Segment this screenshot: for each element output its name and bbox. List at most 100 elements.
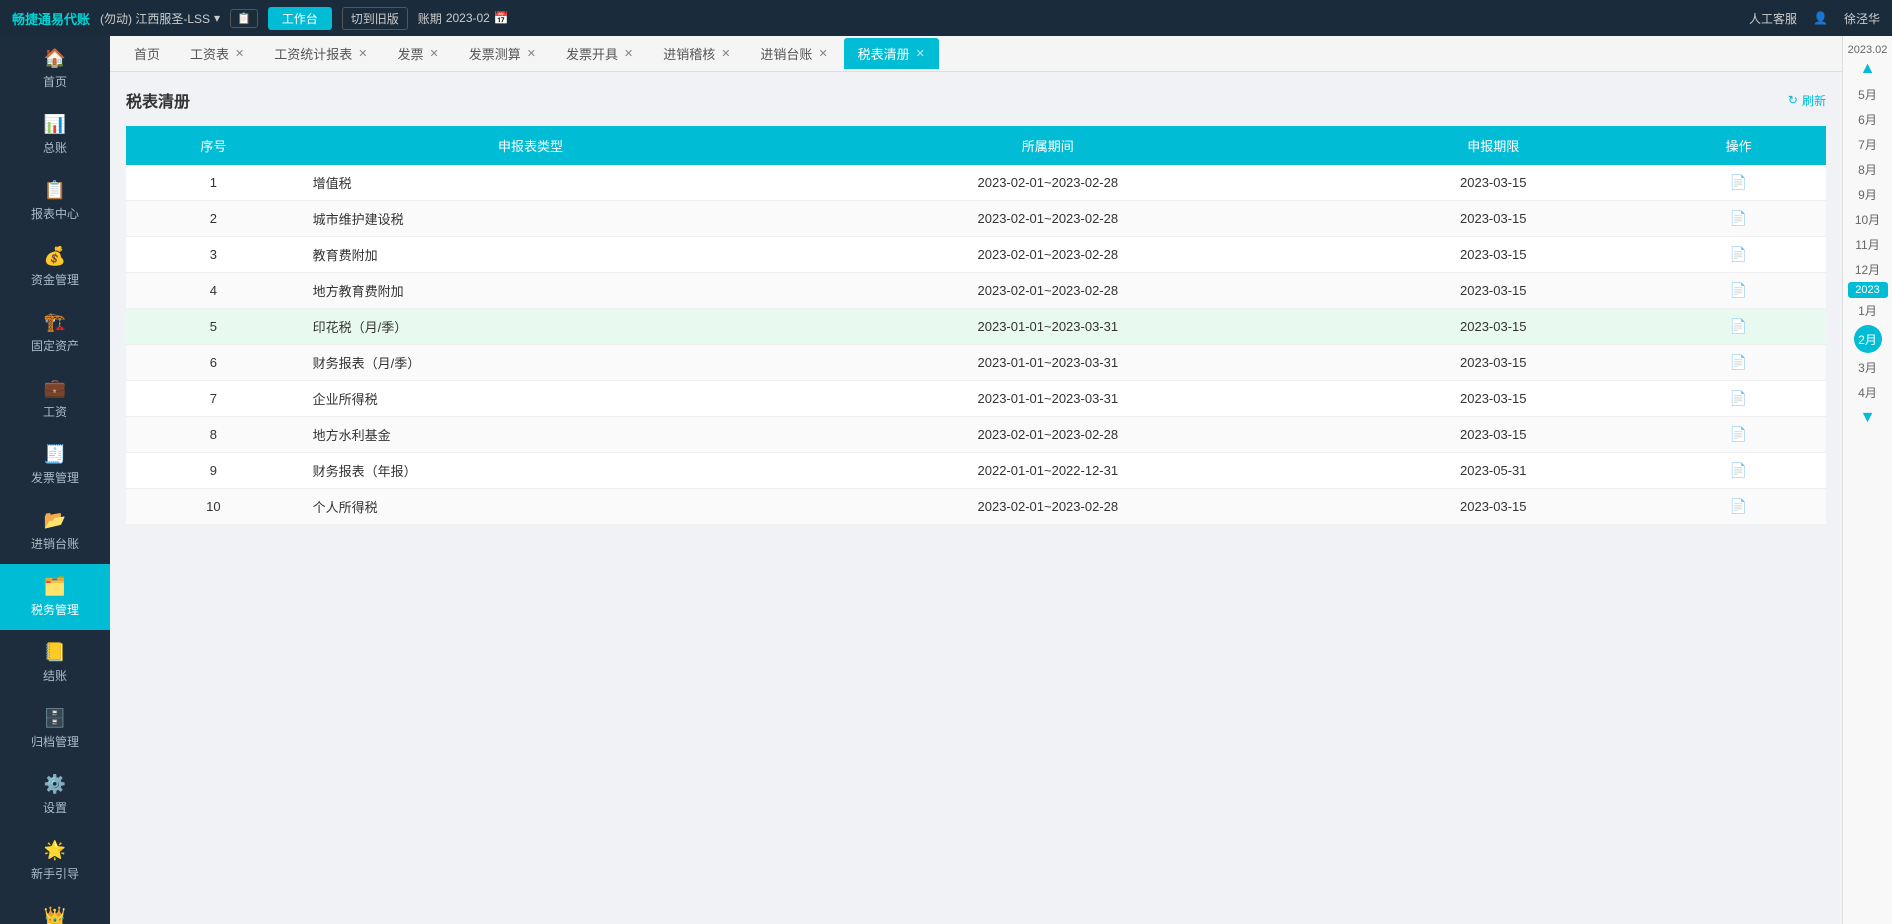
- cell-type: 企业所得税: [301, 381, 761, 417]
- cell-action[interactable]: 📄: [1651, 165, 1826, 201]
- cell-action[interactable]: 📄: [1651, 345, 1826, 381]
- action-icon[interactable]: 📄: [1730, 282, 1747, 298]
- refresh-button[interactable]: ↻ 刷新: [1788, 92, 1826, 109]
- cell-deadline: 2023-03-15: [1335, 237, 1651, 273]
- cell-action[interactable]: 📄: [1651, 201, 1826, 237]
- cell-type: 教育费附加: [301, 237, 761, 273]
- sidebar-item-funds[interactable]: 💰 资金管理: [0, 234, 110, 300]
- tab-salary-stat-label: 工资统计报表: [274, 44, 352, 63]
- tab-home[interactable]: 首页: [120, 38, 174, 69]
- sidebar-item-vip[interactable]: 👑 畅会员: [0, 894, 110, 924]
- cell-id: 7: [126, 381, 301, 417]
- timeline-month-4[interactable]: 4月: [1848, 380, 1888, 405]
- timeline-month-7[interactable]: 7月: [1848, 132, 1888, 157]
- action-icon[interactable]: 📄: [1730, 354, 1747, 370]
- timeline-month-12[interactable]: 12月: [1848, 257, 1888, 282]
- timeline-month-6[interactable]: 6月: [1848, 107, 1888, 132]
- action-icon[interactable]: 📄: [1730, 426, 1747, 442]
- tab-sales-ledger-close[interactable]: ✕: [818, 47, 827, 60]
- tab-sales-audit-close[interactable]: ✕: [721, 47, 730, 60]
- timeline-year-2023[interactable]: 2023: [1848, 282, 1888, 298]
- table-row: 9 财务报表（年报） 2022-01-01~2022-12-31 2023-05…: [126, 453, 1826, 489]
- timeline-month-11[interactable]: 11月: [1848, 232, 1888, 257]
- timeline-month-5[interactable]: 5月: [1848, 82, 1888, 107]
- sidebar-label-purchase-sales: 进销台账: [31, 535, 79, 552]
- sidebar-item-ledger[interactable]: 📊 总账: [0, 102, 110, 168]
- timeline-down-button[interactable]: ▼: [1860, 409, 1876, 427]
- sidebar-item-assets[interactable]: 🏗️ 固定资产: [0, 300, 110, 366]
- cell-type: 地方水利基金: [301, 417, 761, 453]
- tab-invoice-issue[interactable]: 发票开具 ✕: [552, 38, 647, 69]
- cell-period: 2023-02-01~2023-02-28: [760, 201, 1335, 237]
- tab-salary-stat-close[interactable]: ✕: [358, 47, 367, 60]
- period-calendar-icon[interactable]: 📅: [494, 11, 509, 25]
- cell-type: 城市维护建设税: [301, 201, 761, 237]
- timeline-month-9[interactable]: 9月: [1848, 182, 1888, 207]
- action-icon[interactable]: 📄: [1730, 462, 1747, 478]
- sidebar-item-home[interactable]: 🏠 首页: [0, 36, 110, 102]
- action-icon[interactable]: 📄: [1730, 498, 1747, 514]
- table-row: 8 地方水利基金 2023-02-01~2023-02-28 2023-03-1…: [126, 417, 1826, 453]
- tab-salary-stat[interactable]: 工资统计报表 ✕: [260, 38, 381, 69]
- timeline-month-10[interactable]: 10月: [1848, 207, 1888, 232]
- tab-salary-table[interactable]: 工资表 ✕: [176, 38, 258, 69]
- tab-salary-table-close[interactable]: ✕: [235, 47, 244, 60]
- action-icon[interactable]: 📄: [1730, 174, 1747, 190]
- sidebar-item-closing[interactable]: 📒 结账: [0, 630, 110, 696]
- action-icon[interactable]: 📄: [1730, 390, 1747, 406]
- action-icon[interactable]: 📄: [1730, 246, 1747, 262]
- top-bar-right: 人工客服 👤 徐泾华: [1749, 10, 1880, 27]
- table-row: 1 增值税 2023-02-01~2023-02-28 2023-03-15 📄: [126, 165, 1826, 201]
- action-icon[interactable]: 📄: [1730, 318, 1747, 334]
- timeline-panel: 2023.02 ▲ 5月 6月 7月 8月 9月 10月 11月 12月 202…: [1842, 36, 1892, 924]
- tab-invoice-calc-close[interactable]: ✕: [527, 47, 536, 60]
- sidebar-item-purchase-sales[interactable]: 📂 进销台账: [0, 498, 110, 564]
- tab-invoice-calc[interactable]: 发票测算 ✕: [455, 38, 550, 69]
- company-dropdown-icon[interactable]: ▾: [214, 11, 220, 25]
- sidebar-item-archive[interactable]: 🗄️ 归档管理: [0, 696, 110, 762]
- cell-type: 财务报表（年报）: [301, 453, 761, 489]
- tab-tax-list-close[interactable]: ✕: [916, 47, 925, 60]
- switch-version-button[interactable]: 切到旧版: [342, 7, 408, 30]
- app-logo: 畅捷通易代账: [12, 9, 90, 28]
- sidebar-item-invoice[interactable]: 🧾 发票管理: [0, 432, 110, 498]
- sidebar-item-settings[interactable]: ⚙️ 设置: [0, 762, 110, 828]
- sidebar-item-guide[interactable]: 🌟 新手引导: [0, 828, 110, 894]
- timeline-month-1[interactable]: 1月: [1848, 298, 1888, 323]
- period-display: 账期 2023-02 📅: [418, 10, 509, 27]
- cell-action[interactable]: 📄: [1651, 417, 1826, 453]
- tab-invoice-close[interactable]: ✕: [430, 47, 439, 60]
- home-icon: 🏠: [44, 48, 66, 69]
- tab-sales-audit[interactable]: 进销稽核 ✕: [649, 38, 744, 69]
- tab-invoice-issue-close[interactable]: ✕: [624, 47, 633, 60]
- timeline-month-3[interactable]: 3月: [1848, 355, 1888, 380]
- timeline-up-button[interactable]: ▲: [1860, 60, 1876, 78]
- page-title: 税表清册: [126, 88, 190, 112]
- cell-action[interactable]: 📄: [1651, 453, 1826, 489]
- sidebar-item-tax[interactable]: 🗂️ 税务管理: [0, 564, 110, 630]
- tab-tax-list[interactable]: 税表清册 ✕: [844, 38, 939, 69]
- tab-invoice[interactable]: 发票 ✕: [383, 38, 452, 69]
- cell-type: 财务报表（月/季）: [301, 345, 761, 381]
- sidebar-item-salary[interactable]: 💼 工资: [0, 366, 110, 432]
- workspace-button[interactable]: 工作台: [268, 7, 332, 30]
- action-icon[interactable]: 📄: [1730, 210, 1747, 226]
- company-selector[interactable]: (勿动) 江西服圣-LSS ▾: [100, 10, 220, 27]
- tab-sales-ledger[interactable]: 进销台账 ✕: [746, 38, 841, 69]
- customer-service-link[interactable]: 人工客服: [1749, 10, 1797, 27]
- cell-action[interactable]: 📄: [1651, 309, 1826, 345]
- report-icon: 📋: [44, 180, 66, 201]
- tab-sales-audit-label: 进销稽核: [663, 44, 715, 63]
- cell-action[interactable]: 📄: [1651, 489, 1826, 525]
- timeline-month-8[interactable]: 8月: [1848, 157, 1888, 182]
- sidebar-item-report[interactable]: 📋 报表中心: [0, 168, 110, 234]
- cell-action[interactable]: 📄: [1651, 381, 1826, 417]
- timeline-month-2-active[interactable]: 2月: [1854, 325, 1882, 353]
- cell-deadline: 2023-03-15: [1335, 417, 1651, 453]
- cell-type: 增值税: [301, 165, 761, 201]
- cell-action[interactable]: 📄: [1651, 237, 1826, 273]
- copy-button[interactable]: 📋: [230, 9, 258, 28]
- sidebar-label-salary: 工资: [43, 403, 67, 420]
- sidebar-label-guide: 新手引导: [31, 865, 79, 882]
- cell-action[interactable]: 📄: [1651, 273, 1826, 309]
